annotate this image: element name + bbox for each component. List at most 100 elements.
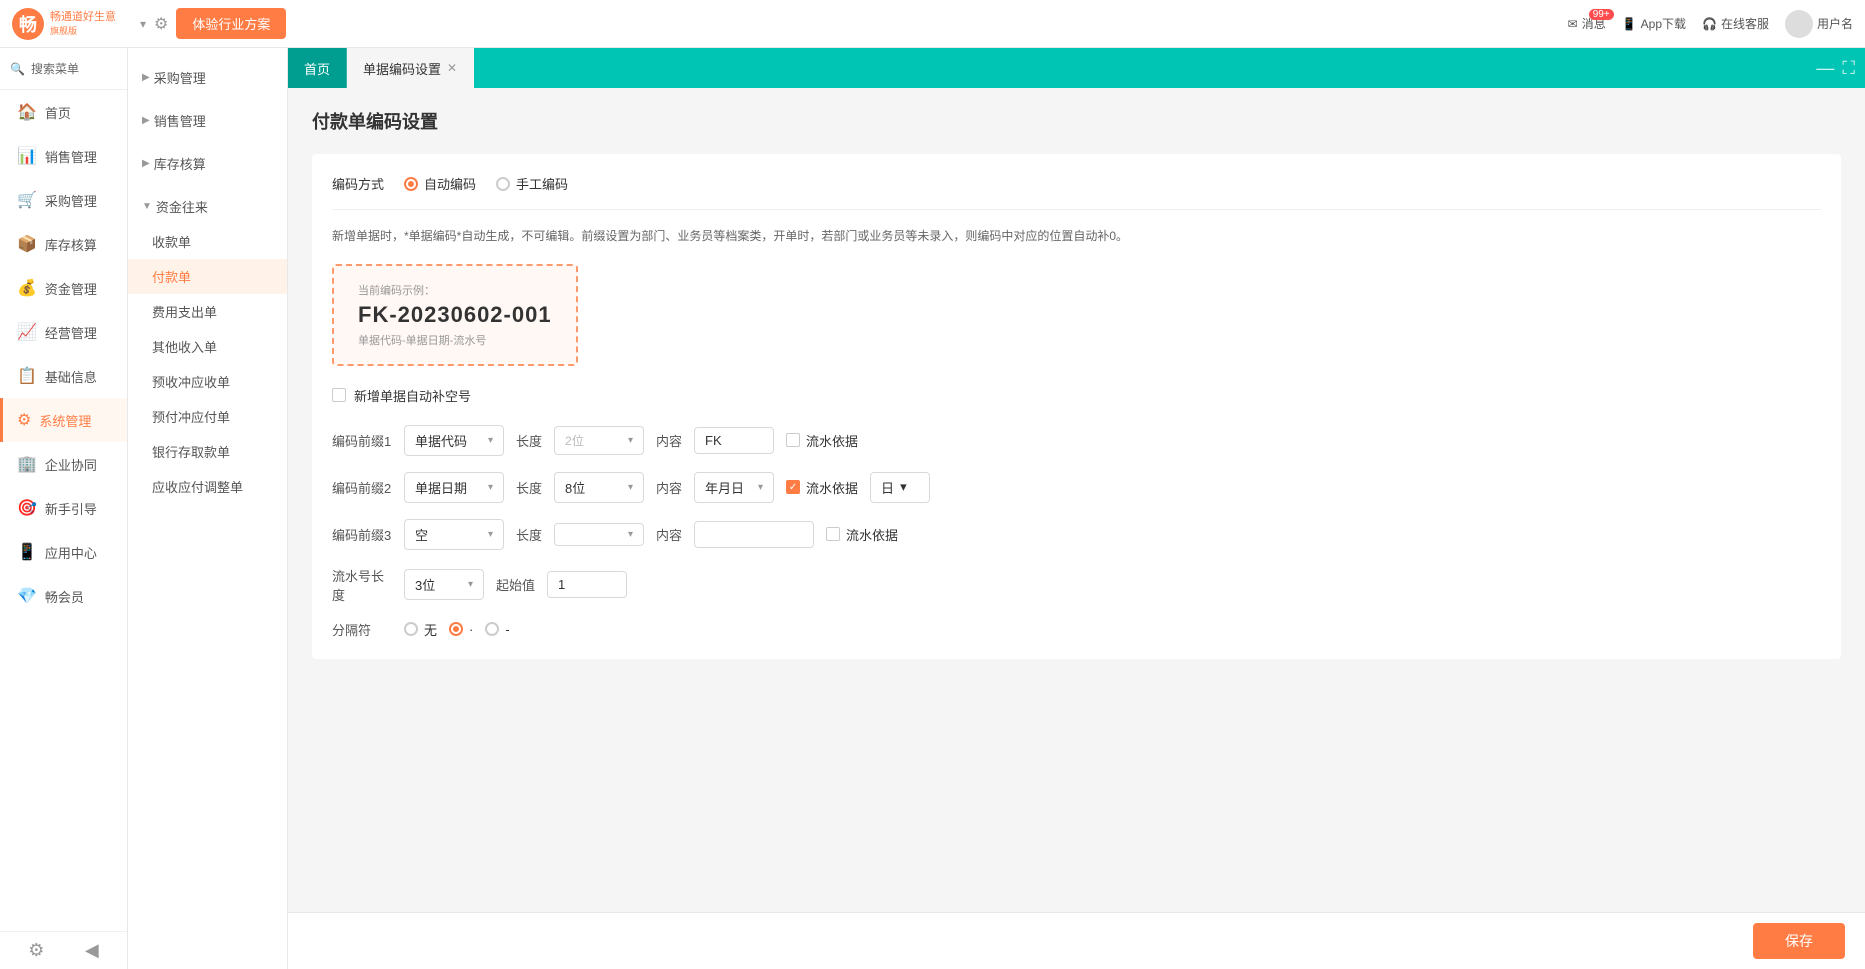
second-sidebar-item-expense[interactable]: 费用支出单	[128, 294, 287, 329]
purchase-group-title[interactable]: ▶ 采购管理	[128, 60, 287, 95]
separator-none-radio[interactable]: 无	[404, 620, 437, 639]
topbar-middle: ▾ ⚙ 体验行业方案	[140, 8, 1568, 39]
online-service-btn[interactable]: 🎧 在线客服	[1702, 15, 1769, 32]
code-preview-box: 当前编码示例： FK-20230602-001 单据代码-单据日期-流水号	[332, 264, 578, 366]
sales-group-title[interactable]: ▶ 销售管理	[128, 103, 287, 138]
prefix-1-length[interactable]: 2位 ▾	[554, 426, 644, 455]
inventory-group-title[interactable]: ▶ 库存核算	[128, 146, 287, 181]
chevron-down-icon9: ▾	[468, 579, 473, 590]
sidebar-item-finance[interactable]: 💰 资金管理	[0, 266, 127, 310]
serial-3-checkbox[interactable]	[826, 527, 840, 541]
sidebar-item-purchase[interactable]: 🛒 采购管理	[0, 178, 127, 222]
second-sidebar-item-other-income[interactable]: 其他收入单	[128, 329, 287, 364]
serial-2-checkbox[interactable]: ✓	[786, 480, 800, 494]
serial-1-label: 流水依据	[806, 431, 858, 450]
logo-text: 畅通道好生意 旗舰版	[50, 10, 116, 37]
sidebar-item-member[interactable]: 💎 畅会员	[0, 574, 127, 618]
prefix-row-2: 编码前缀2 单据日期 ▾ 长度 8位 ▾ 内容 年月日 ▾	[332, 472, 1821, 503]
preview-value: FK-20230602-001	[358, 302, 552, 328]
separator-none-circle	[404, 622, 418, 636]
day-select[interactable]: 日 ▾	[870, 472, 930, 503]
start-value-input[interactable]	[547, 571, 627, 598]
tab-close-icon[interactable]: ✕	[447, 61, 457, 75]
prefix-3-select[interactable]: 空 ▾	[404, 519, 504, 550]
second-sidebar-item-prepay-payable[interactable]: 预付冲应付单	[128, 399, 287, 434]
logo-area: 畅 畅通道好生意 旗舰版	[12, 8, 140, 40]
minimize-btn[interactable]: —	[1816, 58, 1834, 79]
serial-2-label: 流水依据	[806, 478, 858, 497]
sales-group: ▶ 销售管理	[128, 99, 287, 142]
prefix-2-content-select[interactable]: 年月日 ▾	[694, 472, 774, 503]
serial-length-select[interactable]: 3位 ▾	[404, 569, 484, 600]
topbar-arrow-btn[interactable]: ▾	[140, 17, 146, 31]
sidebar-item-system[interactable]: ⚙ 系统管理	[0, 398, 127, 442]
code-method-label: 编码方式	[332, 174, 384, 193]
maximize-btn[interactable]: ⛶	[1842, 58, 1855, 79]
collapse-btn[interactable]: ◀	[85, 940, 99, 961]
serial-length-label: 流水号长度	[332, 566, 392, 604]
arrow-icon2: ▶	[142, 115, 150, 126]
separator-dot-radio[interactable]: ·	[449, 622, 473, 637]
chevron-down-icon3: ▾	[488, 482, 493, 493]
length-3-label: 长度	[516, 525, 542, 544]
operation-icon: 📈	[17, 322, 37, 342]
sidebar-item-inventory[interactable]: 📦 库存核算	[0, 222, 127, 266]
save-button[interactable]: 保存	[1753, 923, 1845, 959]
sidebar-item-app[interactable]: 📱 应用中心	[0, 530, 127, 574]
user-avatar[interactable]: 用户名	[1785, 10, 1853, 38]
prefix-3-length[interactable]: ▾	[554, 523, 644, 546]
sidebar-item-newbie[interactable]: 🎯 新手引导	[0, 486, 127, 530]
app-download-btn[interactable]: 📱 App下载	[1622, 15, 1686, 32]
settings-bottom-btn[interactable]: ⚙	[28, 940, 44, 961]
second-sidebar-item-prepay-receivable[interactable]: 预收冲应收单	[128, 364, 287, 399]
prefix-3-content-input[interactable]	[694, 521, 814, 548]
topbar-gear-btn[interactable]: ⚙	[154, 14, 168, 34]
tab-code-setting[interactable]: 单据编码设置 ✕	[347, 48, 474, 88]
prefix-1-select[interactable]: 单据代码 ▾	[404, 425, 504, 456]
sidebar-item-sales[interactable]: 📊 销售管理	[0, 134, 127, 178]
separator-dash-circle	[485, 622, 499, 636]
finance-icon: 💰	[17, 278, 37, 298]
prefix-2-length[interactable]: 8位 ▾	[554, 472, 644, 503]
auto-fill-checkbox[interactable]	[332, 388, 346, 402]
capital-group-title[interactable]: ▼ 资金往来	[128, 189, 287, 224]
second-sidebar-item-bank-deposit[interactable]: 银行存取款单	[128, 434, 287, 469]
separator-dash-radio[interactable]: -	[485, 622, 509, 637]
second-sidebar-item-receipt[interactable]: 收款单	[128, 224, 287, 259]
second-sidebar-item-payment[interactable]: 付款单	[128, 259, 287, 294]
sidebar-item-operation[interactable]: 📈 经营管理	[0, 310, 127, 354]
service-icon: 🎧	[1702, 17, 1717, 31]
main-area: 首页 单据编码设置 ✕ — ⛶ 付款单编码设置 编码方式 自动编码	[288, 48, 1865, 969]
tab-home[interactable]: 首页	[288, 48, 347, 88]
member-icon: 💎	[17, 586, 37, 606]
info-text: 新增单据时，*单据编码*自动生成，不可编辑。前缀设置为部门、业务员等档案类，开单…	[332, 226, 1821, 248]
prefix-2-label: 编码前缀2	[332, 478, 392, 497]
length-2-label: 长度	[516, 478, 542, 497]
auto-fill-label: 新增单据自动补空号	[354, 386, 471, 405]
chevron-down-icon8: ▾	[628, 529, 633, 540]
second-sidebar-item-receivable-payable[interactable]: 应收应付调整单	[128, 469, 287, 504]
content-2-label: 内容	[656, 478, 682, 497]
message-icon: ✉	[1568, 17, 1578, 31]
search-icon: 🔍	[10, 62, 25, 76]
sidebar-search[interactable]: 🔍 搜索菜单	[0, 48, 127, 90]
serial-1-checkbox[interactable]	[786, 433, 800, 447]
serial-2-checkbox-row: ✓ 流水依据	[786, 478, 858, 497]
manual-code-radio[interactable]: 手工编码	[496, 174, 568, 193]
prefix-1-content-input[interactable]	[694, 427, 774, 454]
preview-label: 当前编码示例：	[358, 282, 552, 298]
sidebar-item-enterprise[interactable]: 🏢 企业协同	[0, 442, 127, 486]
chevron-down-icon7: ▾	[488, 529, 493, 540]
sidebar-item-home[interactable]: 🏠 首页	[0, 90, 127, 134]
serial-3-checkbox-row: 流水依据	[826, 525, 898, 544]
sidebar-item-basic[interactable]: 📋 基础信息	[0, 354, 127, 398]
prefix-2-select[interactable]: 单据日期 ▾	[404, 472, 504, 503]
message-btn[interactable]: ✉ 消息 99+	[1568, 15, 1606, 32]
capital-group: ▼ 资金往来 收款单 付款单 费用支出单 其他收入单 预收冲应收单 预付冲应付单…	[128, 185, 287, 508]
chevron-down-icon5: ▾	[758, 482, 763, 493]
auto-code-radio[interactable]: 自动编码	[404, 174, 476, 193]
serial-1-checkbox-row: 流水依据	[786, 431, 858, 450]
manual-code-radio-circle	[496, 177, 510, 191]
try-industry-button[interactable]: 体验行业方案	[176, 8, 286, 39]
separator-dot-circle	[449, 622, 463, 636]
